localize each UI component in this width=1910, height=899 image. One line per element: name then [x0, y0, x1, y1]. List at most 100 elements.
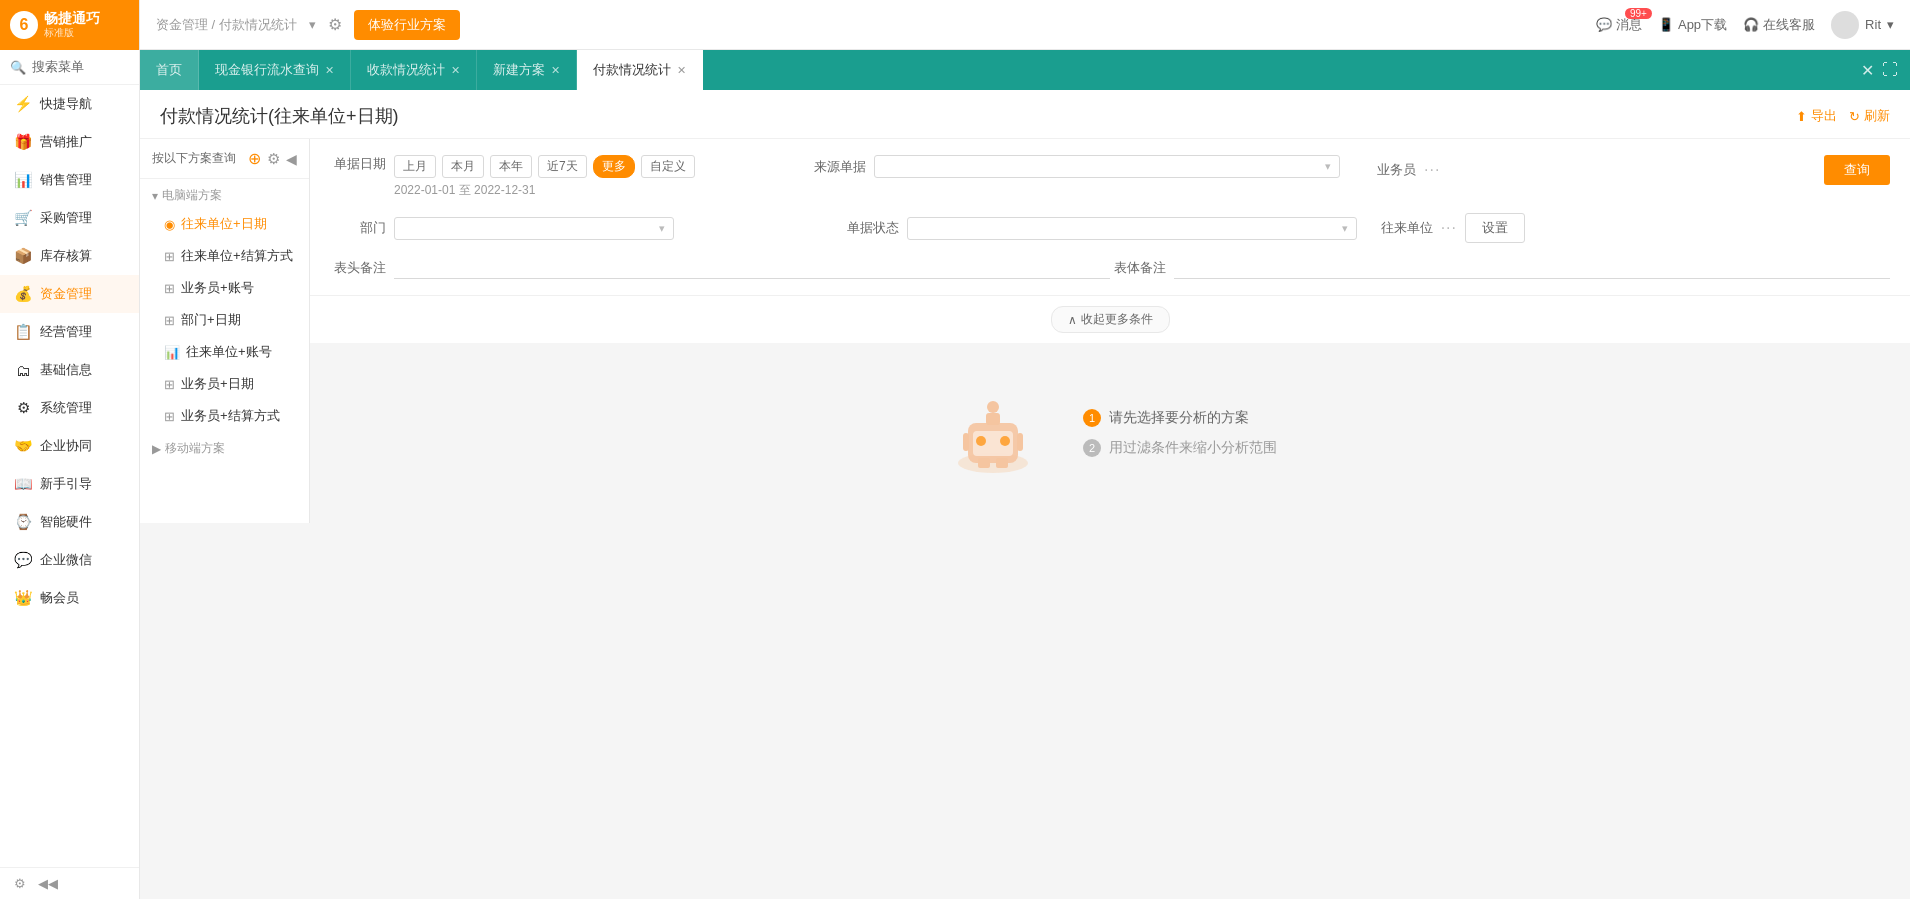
tabbar-actions: ✕ ⛶	[1849, 50, 1910, 90]
chevron-right-icon[interactable]: ▶	[152, 442, 161, 456]
tab-receipts-stat[interactable]: 收款情况统计 ✕	[351, 50, 477, 90]
avatar	[1831, 11, 1859, 39]
message-btn[interactable]: 💬 消息 99+	[1596, 16, 1642, 34]
settings-icon[interactable]: ⚙	[14, 876, 26, 891]
page-title: 付款情况统计(往来单位+日期)	[160, 104, 399, 128]
tabbar: 首页 现金银行流水查询 ✕ 收款情况统计 ✕ 新建方案 ✕ 付款情况统计 ✕ ✕…	[140, 50, 1910, 90]
header-note-label: 表头备注	[330, 259, 386, 277]
close-all-icon[interactable]: ✕	[1861, 61, 1874, 80]
sidebar-item-purchase[interactable]: 🛒 采购管理	[0, 199, 139, 237]
body-note-input[interactable]	[1174, 257, 1890, 279]
search-menu[interactable]: 🔍 搜索菜单	[0, 50, 139, 85]
sidebar-item-sales[interactable]: 📊 销售管理	[0, 161, 139, 199]
date-btn-last-month[interactable]: 上月	[394, 155, 436, 178]
scheme-table3-icon: ⊞	[164, 313, 175, 328]
sidebar-item-guide[interactable]: 📖 新手引导	[0, 465, 139, 503]
message-badge: 99+	[1625, 8, 1652, 19]
date-range-display: 2022-01-01 至 2022-12-31	[394, 182, 695, 199]
sidebar-item-marketing[interactable]: 🎁 营销推广	[0, 123, 139, 161]
empty-step-1: 1 请先选择要分析的方案	[1083, 409, 1277, 427]
add-scheme-icon[interactable]: ⊕	[248, 149, 261, 168]
tab-receipts-stat-close[interactable]: ✕	[451, 64, 460, 77]
topbar-right: 💬 消息 99+ 📱 App下载 🎧 在线客服 Rit ▾	[1596, 11, 1894, 39]
collapse-up-icon: ∧	[1068, 313, 1077, 327]
scheme-active-icon: ◉	[164, 217, 175, 232]
app-download-btn[interactable]: 📱 App下载	[1658, 16, 1727, 34]
hardware-icon: ⌚	[14, 513, 32, 531]
user-menu[interactable]: Rit ▾	[1831, 11, 1894, 39]
docstatus-input[interactable]: ▾	[907, 217, 1356, 240]
query-button[interactable]: 查询	[1824, 155, 1890, 185]
sidebar-item-inventory[interactable]: 📦 库存核算	[0, 237, 139, 275]
member-icon: 👑	[14, 589, 32, 607]
tab-bank-flow-close[interactable]: ✕	[325, 64, 334, 77]
date-btn-more[interactable]: 更多	[593, 155, 635, 178]
source-input[interactable]: ▾	[874, 155, 1340, 178]
filter-section: 单据日期 上月 本月 本年 近7天 更多 自定义	[310, 139, 1910, 296]
collapse-row: ∧ 收起更多条件	[310, 296, 1910, 343]
content-area: 付款情况统计(往来单位+日期) ⬆ 导出 ↻ 刷新 按以下方案查询 ⊕	[140, 90, 1910, 899]
settings-scheme-icon[interactable]: ⚙	[267, 150, 280, 168]
sidebar-item-finance[interactable]: 💰 资金管理	[0, 275, 139, 313]
partner-dots-btn[interactable]: ···	[1441, 219, 1457, 237]
body-layout: 按以下方案查询 ⊕ ⚙ ◀ ▾ 电脑端方案 ◉ 往来单位+日期 ⊞	[140, 139, 1910, 523]
sidebar-item-wechat[interactable]: 💬 企业微信	[0, 541, 139, 579]
scheme-item-partner-date[interactable]: ◉ 往来单位+日期	[140, 208, 309, 240]
date-btn-custom[interactable]: 自定义	[641, 155, 695, 178]
scheme-table-icon: ⊞	[164, 249, 175, 264]
scheme-table4-icon: ⊞	[164, 377, 175, 392]
date-filter: 单据日期 上月 本月 本年 近7天 更多 自定义	[330, 155, 810, 199]
sidebar-item-basic-info[interactable]: 🗂 基础信息	[0, 351, 139, 389]
tab-new-scheme-close[interactable]: ✕	[551, 64, 560, 77]
sidebar-item-cooperation[interactable]: 🤝 企业协同	[0, 427, 139, 465]
sidebar-item-business[interactable]: 📋 经营管理	[0, 313, 139, 351]
dept-input[interactable]: ▾	[394, 217, 674, 240]
collapse-panel-icon[interactable]: ◀	[286, 151, 297, 167]
date-btn-7days[interactable]: 近7天	[538, 155, 587, 178]
header-note-input[interactable]	[394, 257, 1110, 279]
tab-bank-flow[interactable]: 现金银行流水查询 ✕	[199, 50, 351, 90]
svg-rect-8	[978, 458, 990, 468]
tab-payment-stat[interactable]: 付款情况统计 ✕	[577, 50, 703, 90]
sidebar-bottom: ⚙ ◀◀	[0, 867, 139, 899]
topbar-settings-icon[interactable]: ⚙	[328, 15, 342, 34]
scheme-chart-icon: 📊	[164, 345, 180, 360]
scheme-pc-section: ▾ 电脑端方案	[140, 179, 309, 208]
chevron-down-icon[interactable]: ▾	[152, 189, 158, 203]
tab-new-scheme[interactable]: 新建方案 ✕	[477, 50, 577, 90]
sales-icon: 📊	[14, 171, 32, 189]
dept-label: 部门	[330, 219, 386, 237]
settings-button[interactable]: 设置	[1465, 213, 1525, 243]
scheme-table5-icon: ⊞	[164, 409, 175, 424]
scheme-item-partner-account[interactable]: 📊 往来单位+账号	[140, 336, 309, 368]
wechat-icon: 💬	[14, 551, 32, 569]
scheme-item-salesman-date[interactable]: ⊞ 业务员+日期	[140, 368, 309, 400]
export-btn[interactable]: ⬆ 导出	[1796, 107, 1837, 125]
date-btn-this-month[interactable]: 本月	[442, 155, 484, 178]
search-icon: 🔍	[10, 60, 26, 75]
sidebar-item-member[interactable]: 👑 畅会员	[0, 579, 139, 617]
sidebar-item-system[interactable]: ⚙ 系统管理	[0, 389, 139, 427]
sidebar-item-quick-nav[interactable]: ⚡ 快捷导航	[0, 85, 139, 123]
collapse-icon[interactable]: ◀◀	[38, 876, 58, 891]
refresh-icon: ↻	[1849, 109, 1860, 124]
svg-rect-5	[986, 413, 1000, 425]
sidebar-item-hardware[interactable]: ⌚ 智能硬件	[0, 503, 139, 541]
empty-state: 1 请先选择要分析的方案 2 用过滤条件来缩小分析范围	[943, 383, 1277, 483]
tab-home[interactable]: 首页	[140, 50, 199, 90]
scheme-item-salesman-account[interactable]: ⊞ 业务员+账号	[140, 272, 309, 304]
date-btn-this-year[interactable]: 本年	[490, 155, 532, 178]
refresh-btn[interactable]: ↻ 刷新	[1849, 107, 1890, 125]
breadcrumb-dropdown[interactable]: ▾	[309, 17, 316, 32]
scheme-item-salesman-settlement[interactable]: ⊞ 业务员+结算方式	[140, 400, 309, 432]
scheme-item-dept-date[interactable]: ⊞ 部门+日期	[140, 304, 309, 336]
service-btn[interactable]: 🎧 在线客服	[1743, 16, 1815, 34]
svg-rect-9	[996, 458, 1008, 468]
tab-payment-stat-close[interactable]: ✕	[677, 64, 686, 77]
trial-btn[interactable]: 体验行业方案	[354, 10, 460, 40]
header-note-filter: 表头备注	[330, 257, 1110, 279]
scheme-item-partner-settlement[interactable]: ⊞ 往来单位+结算方式	[140, 240, 309, 272]
collapse-btn[interactable]: ∧ 收起更多条件	[1051, 306, 1170, 333]
fullscreen-icon[interactable]: ⛶	[1882, 61, 1898, 79]
salesman-dots-btn[interactable]: ···	[1424, 161, 1440, 179]
